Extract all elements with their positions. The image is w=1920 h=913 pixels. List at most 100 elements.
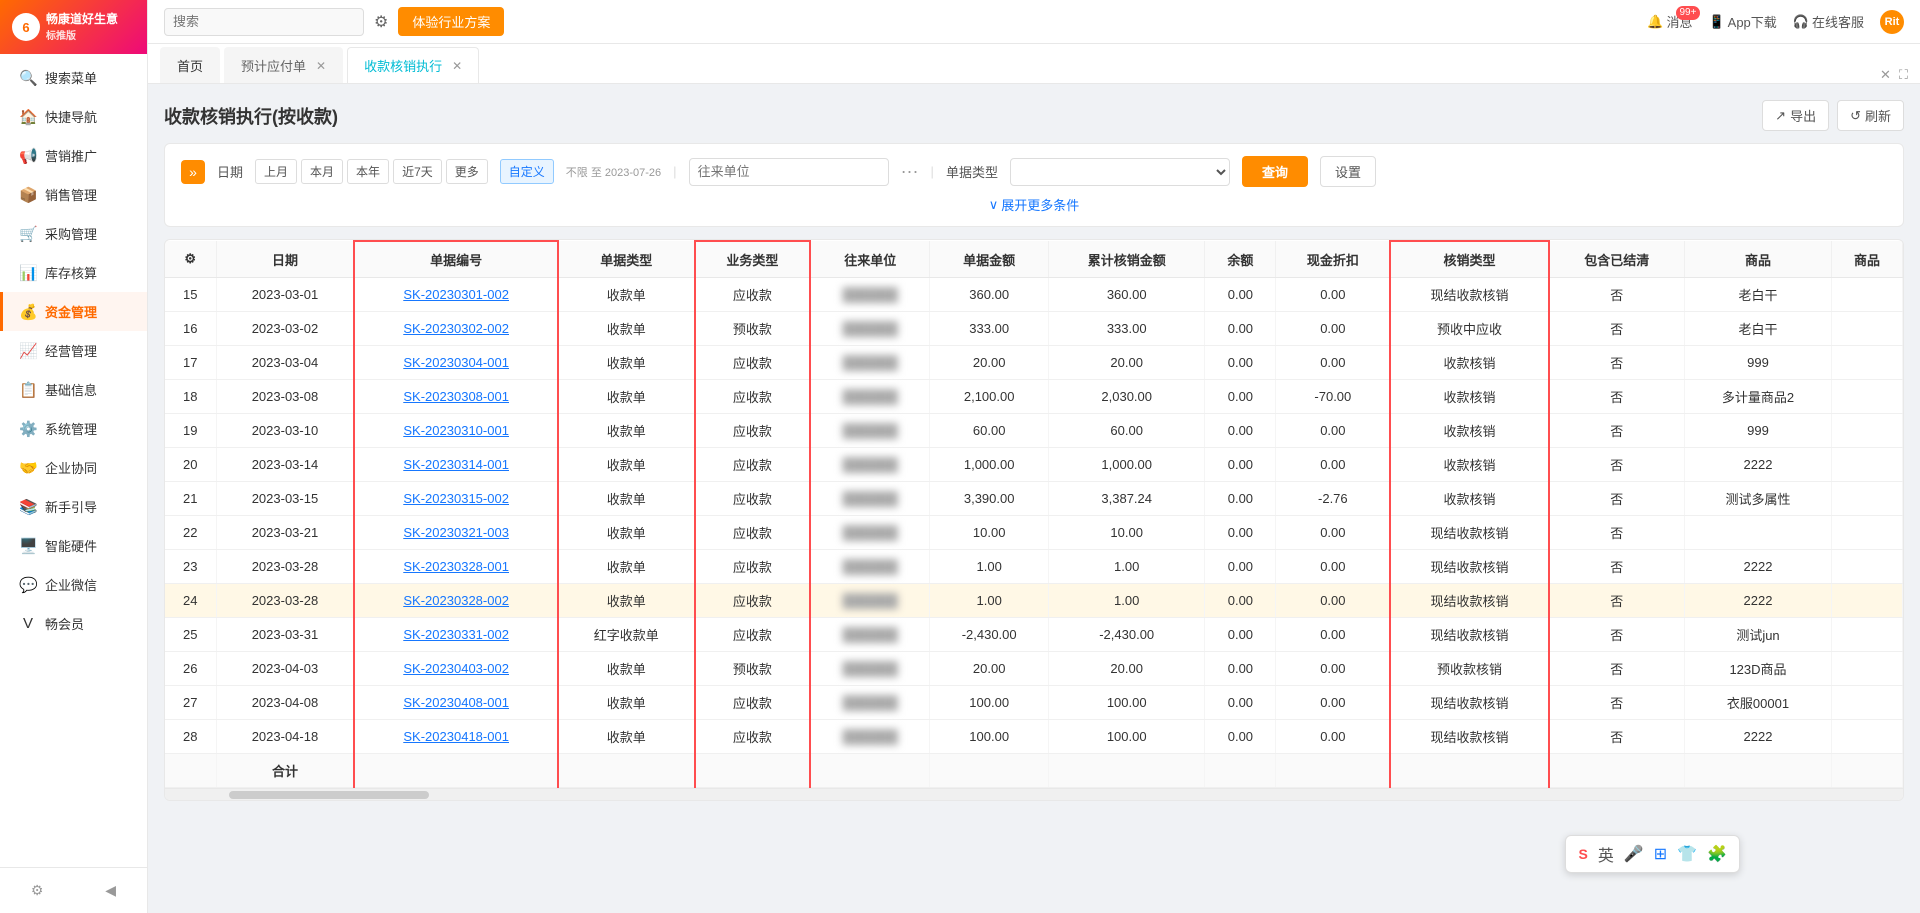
sidebar-item-purchase[interactable]: 🛒采购管理 (0, 214, 147, 253)
partner-input[interactable] (689, 158, 889, 186)
table-row: 162023-03-02SK-20230302-002收款单预收款██████3… (165, 312, 1903, 346)
page-content: 收款核销执行(按收款) ↗ 查询 导出 ↺ 刷新 » 日期 上月本月本年近7天更… (148, 84, 1920, 913)
app-logo: 6 畅康道好生意 标推版 (0, 0, 147, 54)
logo-text: 畅康道好生意 (46, 12, 118, 28)
basic-icon: 📋 (19, 381, 37, 399)
tab-payable[interactable]: 预计应付单✕ (224, 47, 343, 83)
ime-lang-toggle[interactable]: 英 (1598, 842, 1614, 866)
bill-no-link[interactable]: SK-20230308-001 (403, 389, 509, 404)
col-header-8: 余额 (1205, 241, 1276, 278)
stock-icon: 📊 (19, 264, 37, 282)
search-input[interactable] (164, 8, 364, 36)
settings-col-icon[interactable]: ⚙ (184, 251, 196, 266)
corp-icon: 🤝 (19, 459, 37, 477)
refresh-icon: ↺ (1850, 108, 1861, 124)
settings-icon[interactable]: ⚙ (21, 876, 54, 905)
system-icon: ⚙️ (19, 420, 37, 438)
topbar-right: 🔔 消息 99+ 📱 App下载 🎧 在线客服 Rit (1647, 10, 1904, 34)
online-service-link[interactable]: 🎧 在线客服 (1793, 12, 1864, 31)
settings-button[interactable]: 设置 (1320, 156, 1376, 187)
data-table-wrapper: ⚙日期单据编号单据类型业务类型往来单位单据金额累计核销金额余额现金折扣核销类型包… (164, 239, 1904, 801)
bill-no-link[interactable]: SK-20230304-001 (403, 355, 509, 370)
custom-date-button[interactable]: 自定义 (500, 159, 554, 184)
bill-no-link[interactable]: SK-20230301-002 (403, 287, 509, 302)
filter-expand-row: ∨ 展开更多条件 (181, 195, 1887, 214)
tab-close-receipt-cancel[interactable]: ✕ (452, 59, 462, 73)
date-btn-本月[interactable]: 本月 (301, 159, 343, 184)
bill-no-link[interactable]: SK-20230403-002 (403, 661, 509, 676)
refresh-button[interactable]: ↺ 刷新 (1837, 100, 1904, 131)
notification-count: 99+ (1676, 6, 1701, 20)
bill-no-link[interactable]: SK-20230328-002 (403, 593, 509, 608)
query-button[interactable]: 查询 (1242, 156, 1308, 187)
bell-icon: 🔔 (1647, 14, 1663, 30)
sidebar-menu: 🔍搜索菜单🏠快捷导航📢营销推广📦销售管理🛒采购管理📊库存核算💰资金管理📈经营管理… (0, 54, 147, 867)
page-title: 收款核销执行(按收款) (164, 103, 338, 129)
date-btn-近7天[interactable]: 近7天 (393, 159, 442, 184)
horizontal-scrollbar[interactable] (165, 788, 1903, 800)
sidebar-item-quick[interactable]: 🏠快捷导航 (0, 97, 147, 136)
ime-logo: S (1578, 846, 1587, 862)
tab-home[interactable]: 首页 (160, 47, 220, 83)
voucher-type-label: 单据类型 (946, 162, 998, 181)
ime-shirt-icon[interactable]: 👕 (1677, 844, 1697, 864)
mobile-icon: 📱 (1708, 14, 1724, 30)
hardware-icon: 🖥️ (19, 537, 37, 555)
sidebar-item-stock[interactable]: 📊库存核算 (0, 253, 147, 292)
filter-bar: » 日期 上月本月本年近7天更多 自定义 不限 至 2023-07-26 | ·… (164, 143, 1904, 227)
bill-no-link[interactable]: SK-20230418-001 (403, 729, 509, 744)
ime-mic-icon[interactable]: 🎤 (1624, 844, 1644, 864)
tab-close-payable[interactable]: ✕ (316, 59, 326, 73)
purchase-icon: 🛒 (19, 225, 37, 243)
close-all-icon[interactable]: ✕ (1880, 67, 1891, 83)
footer-label: 合计 (216, 754, 354, 788)
tab-receipt-cancel[interactable]: 收款核销执行✕ (347, 47, 479, 83)
sidebar-item-guide[interactable]: 📚新手引导 (0, 487, 147, 526)
sidebar-item-wechat[interactable]: 💬企业微信 (0, 565, 147, 604)
app-download-link[interactable]: 📱 App下载 (1708, 12, 1776, 31)
ime-toolbar: S 英 🎤 ⊞ 👕 🧩 (1565, 835, 1740, 873)
notification-bell[interactable]: 🔔 消息 99+ (1647, 12, 1692, 31)
filter-toggle-button[interactable]: » (181, 160, 205, 184)
date-range-display: 不限 至 2023-07-26 (566, 164, 661, 180)
sidebar-item-finance[interactable]: 💰资金管理 (0, 292, 147, 331)
industry-solution-button[interactable]: 体验行业方案 (398, 7, 504, 36)
bill-no-link[interactable]: SK-20230408-001 (403, 695, 509, 710)
col-header-4: 业务类型 (695, 241, 810, 278)
sidebar-item-business[interactable]: 📈经营管理 (0, 331, 147, 370)
date-btn-上月[interactable]: 上月 (255, 159, 297, 184)
bill-no-link[interactable]: SK-20230314-001 (403, 457, 509, 472)
sidebar-item-marketing[interactable]: 📢营销推广 (0, 136, 147, 175)
sidebar-item-search[interactable]: 🔍搜索菜单 (0, 58, 147, 97)
expand-more-button[interactable]: ∨ 展开更多条件 (989, 195, 1080, 214)
table-row: 232023-03-28SK-20230328-001收款单应收款██████1… (165, 550, 1903, 584)
export-button[interactable]: ↗ 查询 导出 (1762, 100, 1829, 131)
bill-no-link[interactable]: SK-20230315-002 (403, 491, 509, 506)
sidebar-item-member[interactable]: V畅会员 (0, 604, 147, 643)
bill-no-link[interactable]: SK-20230328-001 (403, 559, 509, 574)
sidebar-item-basic[interactable]: 📋基础信息 (0, 370, 147, 409)
table-row: 252023-03-31SK-20230331-002红字收款单应收款█████… (165, 618, 1903, 652)
collapse-icon[interactable]: ◀ (95, 876, 126, 905)
fullscreen-icon[interactable]: ⛶ (1899, 67, 1908, 83)
date-btn-更多[interactable]: 更多 (446, 159, 488, 184)
business-icon: 📈 (19, 342, 37, 360)
ime-grid-icon[interactable]: ⊞ (1654, 844, 1667, 864)
voucher-type-select[interactable]: 收款单 红字收款单 (1010, 158, 1230, 186)
more-dots[interactable]: ··· (901, 161, 919, 182)
sidebar-item-sales[interactable]: 📦销售管理 (0, 175, 147, 214)
col-header-11: 包含已结清 (1549, 241, 1685, 278)
ime-puzzle-icon[interactable]: 🧩 (1707, 844, 1727, 864)
avatar[interactable]: Rit (1880, 10, 1904, 34)
bill-no-link[interactable]: SK-20230310-001 (403, 423, 509, 438)
date-btn-本年[interactable]: 本年 (347, 159, 389, 184)
sidebar-item-system[interactable]: ⚙️系统管理 (0, 409, 147, 448)
bill-no-link[interactable]: SK-20230321-003 (403, 525, 509, 540)
sidebar-item-hardware[interactable]: 🖥️智能硬件 (0, 526, 147, 565)
sidebar-item-corp[interactable]: 🤝企业协同 (0, 448, 147, 487)
bill-no-link[interactable]: SK-20230302-002 (403, 321, 509, 336)
bill-no-link[interactable]: SK-20230331-002 (403, 627, 509, 642)
table-scroll[interactable]: ⚙日期单据编号单据类型业务类型往来单位单据金额累计核销金额余额现金折扣核销类型包… (165, 240, 1903, 788)
gear-icon[interactable]: ⚙ (374, 12, 388, 32)
scroll-thumb[interactable] (229, 791, 429, 799)
